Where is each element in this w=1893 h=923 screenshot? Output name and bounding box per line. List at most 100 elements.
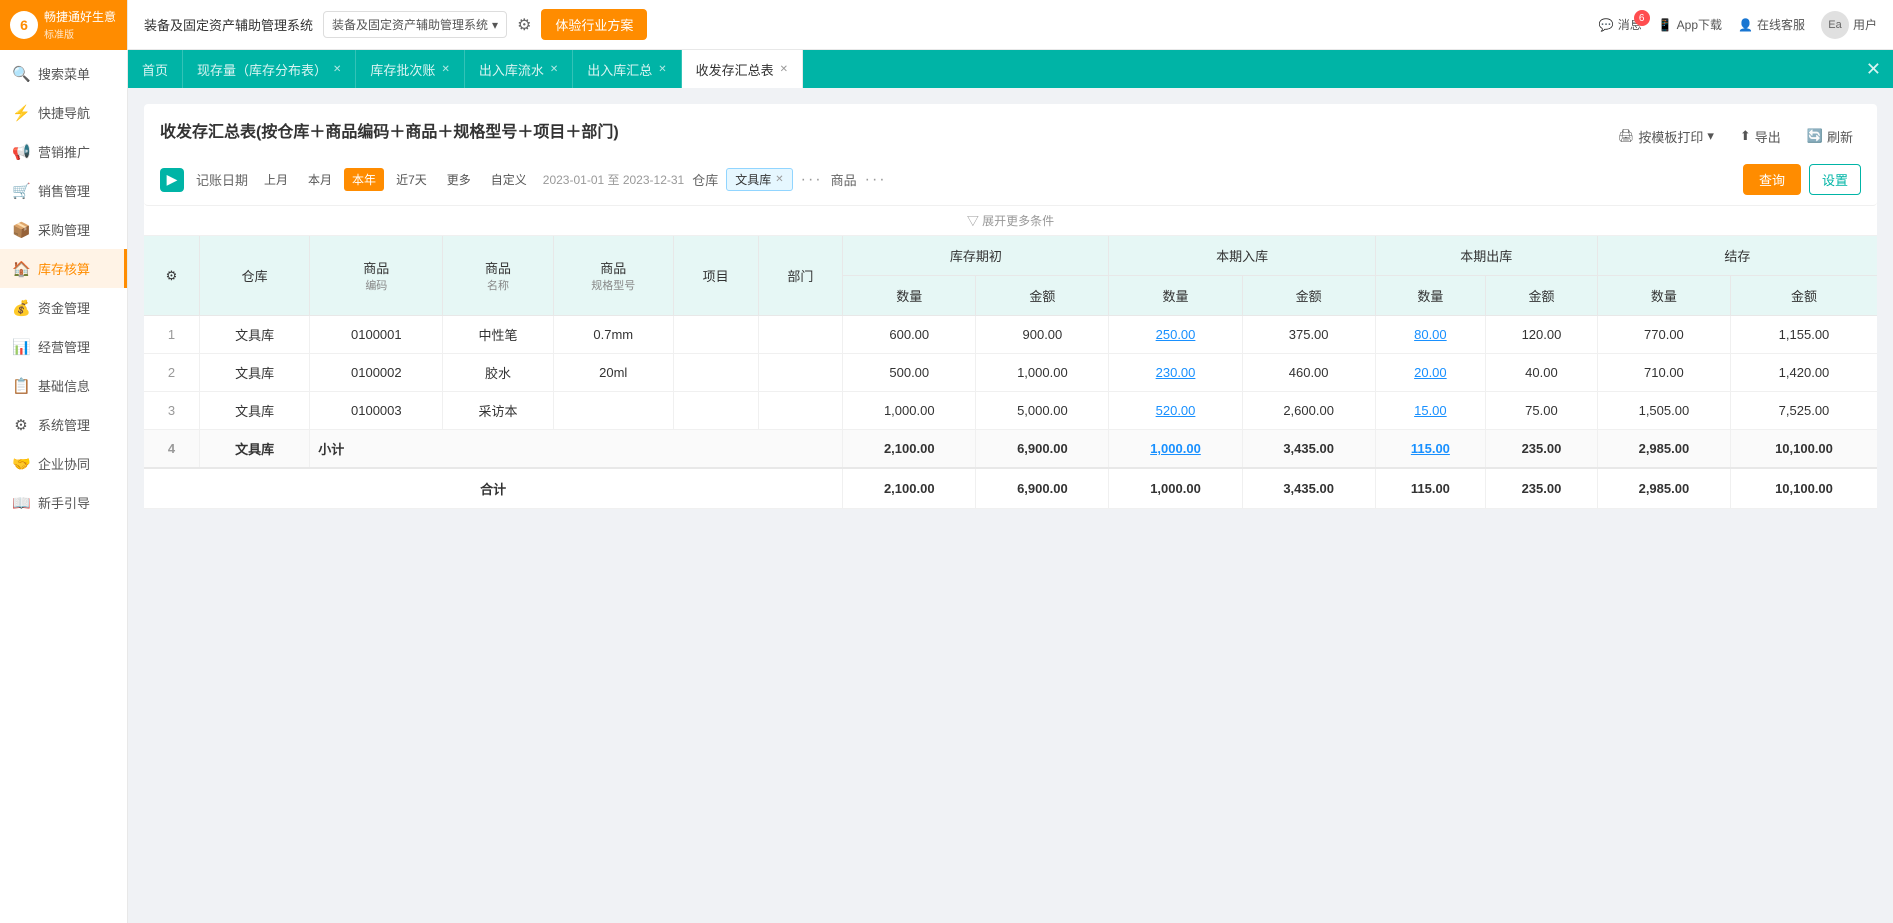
total-row: 合计 2,100.00 6,900.00 1,000.00 3,435.00 1… (144, 468, 1877, 509)
subtotal-out-amt: 235.00 (1486, 430, 1598, 469)
th-product-name: 商品名称 (443, 236, 553, 316)
warehouse-tag-close[interactable]: ✕ (775, 174, 783, 185)
row-code: 0100001 (310, 316, 443, 354)
system-selector[interactable]: 装备及固定资产辅助管理系统 ▾ (323, 11, 507, 38)
trial-button[interactable]: 体验行业方案 (541, 9, 647, 40)
sidebar-item-basic-info[interactable]: 📋 基础信息 (0, 366, 127, 405)
tab-inout-summary[interactable]: 出入库汇总 ✕ (573, 50, 681, 88)
expand-bar: ▽ 展开更多条件 (144, 206, 1877, 236)
filter-toggle-btn[interactable]: ▶ (160, 168, 184, 192)
total-in-amt: 3,435.00 (1242, 468, 1375, 509)
row-spec: 20ml (553, 354, 673, 392)
subtotal-in-qty[interactable]: 1,000.00 (1109, 430, 1242, 469)
tabs-close-all-btn[interactable]: ✕ (1854, 59, 1893, 80)
tab-bar: 首页 现存量（库存分布表） ✕ 库存批次账 ✕ 出入库流水 ✕ 出入库汇总 ✕ … (128, 50, 1893, 88)
th-out-qty: 数量 (1375, 276, 1485, 316)
row-in-qty[interactable]: 520.00 (1109, 392, 1242, 430)
row-bal-qty: 710.00 (1597, 354, 1730, 392)
tab-close-inventory-dist[interactable]: ✕ (333, 64, 341, 75)
marketing-icon: 📢 (12, 143, 30, 161)
row-bal-amt: 1,420.00 (1730, 354, 1877, 392)
page-content: 收发存汇总表(按仓库＋商品编码＋商品＋规格型号＋项目＋部门) 🖨 按模板打印 ▾… (128, 88, 1893, 923)
filter-actions: 查询 设置 (1743, 164, 1861, 195)
basic-info-icon: 📋 (12, 377, 30, 395)
th-settings[interactable]: ⚙ (144, 236, 199, 316)
date-btn-this-year[interactable]: 本年 (344, 168, 384, 191)
subtotal-bal-qty: 2,985.00 (1597, 430, 1730, 469)
sidebar-item-finance[interactable]: 💰 资金管理 (0, 288, 127, 327)
tab-inventory-dist[interactable]: 现存量（库存分布表） ✕ (183, 50, 356, 88)
system-title: 装备及固定资产辅助管理系统 (144, 15, 313, 34)
topbar-right: 💬 消息 6 📱 App下载 👤 在线客服 Ea 用户 (1599, 11, 1877, 39)
print-template-btn[interactable]: 🖨 按模板打印 ▾ (1610, 123, 1722, 150)
sidebar-item-operations[interactable]: 📊 经营管理 (0, 327, 127, 366)
settings-icon[interactable]: ⚙ (517, 15, 531, 35)
sidebar-item-inventory[interactable]: 🏠 库存核算 (0, 249, 127, 288)
query-btn[interactable]: 查询 (1743, 164, 1801, 195)
tab-recv-send-summary[interactable]: 收发存汇总表 ✕ (682, 50, 803, 88)
table-footer: 合计 2,100.00 6,900.00 1,000.00 3,435.00 1… (144, 468, 1877, 509)
tab-close-inout-flow[interactable]: ✕ (550, 64, 558, 75)
row-open-amt: 5,000.00 (976, 392, 1109, 430)
row-out-qty[interactable]: 20.00 (1375, 354, 1485, 392)
total-out-amt: 235.00 (1486, 468, 1598, 509)
sidebar-item-purchase[interactable]: 📦 采购管理 (0, 210, 127, 249)
tab-close-inout-summary[interactable]: ✕ (658, 64, 666, 75)
th-out-amt: 金额 (1486, 276, 1598, 316)
export-btn[interactable]: ⬆ 导出 (1732, 123, 1789, 150)
sidebar-item-system[interactable]: ⚙ 系统管理 (0, 405, 127, 444)
print-icon: 🖨 (1618, 128, 1635, 144)
total-label: 合计 (144, 468, 843, 509)
date-btn-custom[interactable]: 自定义 (483, 168, 535, 191)
online-service-btn[interactable]: 👤 在线客服 (1738, 16, 1805, 33)
tab-close-recv-send-summary[interactable]: ✕ (780, 64, 788, 75)
th-open-qty: 数量 (843, 276, 976, 316)
filter-settings-btn[interactable]: 设置 (1809, 164, 1861, 195)
row-bal-amt: 7,525.00 (1730, 392, 1877, 430)
avatar: Ea (1821, 11, 1849, 39)
tab-close-batch[interactable]: ✕ (441, 64, 449, 75)
subtotal-bal-amt: 10,100.00 (1730, 430, 1877, 469)
row-out-qty[interactable]: 15.00 (1375, 392, 1485, 430)
tab-batch[interactable]: 库存批次账 ✕ (356, 50, 464, 88)
warehouse-tag: 文具库 ✕ (726, 168, 792, 191)
date-btn-last-month[interactable]: 上月 (256, 168, 296, 191)
row-in-amt: 2,600.00 (1242, 392, 1375, 430)
th-project: 项目 (673, 236, 758, 316)
subtotal-num: 4 (144, 430, 199, 469)
expand-more-btn[interactable]: ▽ 展开更多条件 (967, 212, 1054, 229)
operations-icon: 📊 (12, 338, 30, 356)
app-download-btn[interactable]: 📱 App下载 (1658, 16, 1722, 33)
chevron-print-icon: ▾ (1707, 128, 1714, 144)
sidebar-item-search[interactable]: 🔍 搜索菜单 (0, 54, 127, 93)
table-row: 2 文具库 0100002 胶水 20ml 500.00 1,000.00 23… (144, 354, 1877, 392)
row-spec (553, 392, 673, 430)
sidebar-item-guide[interactable]: 📖 新手引导 (0, 483, 127, 522)
user-menu[interactable]: Ea 用户 (1821, 11, 1877, 39)
subtotal-out-qty[interactable]: 115.00 (1375, 430, 1485, 469)
row-out-qty[interactable]: 80.00 (1375, 316, 1485, 354)
date-btn-7days[interactable]: 近7天 (388, 168, 435, 191)
logo-icon: 6 (10, 11, 38, 39)
tab-inout-flow[interactable]: 出入库流水 ✕ (465, 50, 573, 88)
th-warehouse: 仓库 (199, 236, 309, 316)
app-download-icon: 📱 (1658, 18, 1673, 32)
goods-more-btn[interactable]: ··· (865, 171, 887, 189)
main-card: 收发存汇总表(按仓库＋商品编码＋商品＋规格型号＋项目＋部门) 🖨 按模板打印 ▾… (144, 104, 1877, 509)
date-btn-this-month[interactable]: 本月 (300, 168, 340, 191)
row-in-qty[interactable]: 230.00 (1109, 354, 1242, 392)
row-in-qty[interactable]: 250.00 (1109, 316, 1242, 354)
sidebar-item-sales[interactable]: 🛒 销售管理 (0, 171, 127, 210)
table-container: ⚙ 仓库 商品编码 商品名称 商品规格型号 项目 部门 库存期初 本期入库 本期… (144, 236, 1877, 509)
main-area: 装备及固定资产辅助管理系统 装备及固定资产辅助管理系统 ▾ ⚙ 体验行业方案 💬… (128, 0, 1893, 923)
refresh-btn[interactable]: 🔄 刷新 (1799, 123, 1861, 150)
warehouse-more-btn[interactable]: ··· (801, 171, 823, 189)
tab-home[interactable]: 首页 (128, 50, 183, 88)
sidebar-item-marketing[interactable]: 📢 营销推广 (0, 132, 127, 171)
notifications-btn[interactable]: 💬 消息 6 (1599, 16, 1642, 33)
total-bal-qty: 2,985.00 (1597, 468, 1730, 509)
sidebar-item-quick-nav[interactable]: ⚡ 快捷导航 (0, 93, 127, 132)
chevron-down-icon: ▾ (492, 18, 498, 32)
sidebar-item-enterprise[interactable]: 🤝 企业协同 (0, 444, 127, 483)
date-btn-more[interactable]: 更多 (439, 168, 479, 191)
